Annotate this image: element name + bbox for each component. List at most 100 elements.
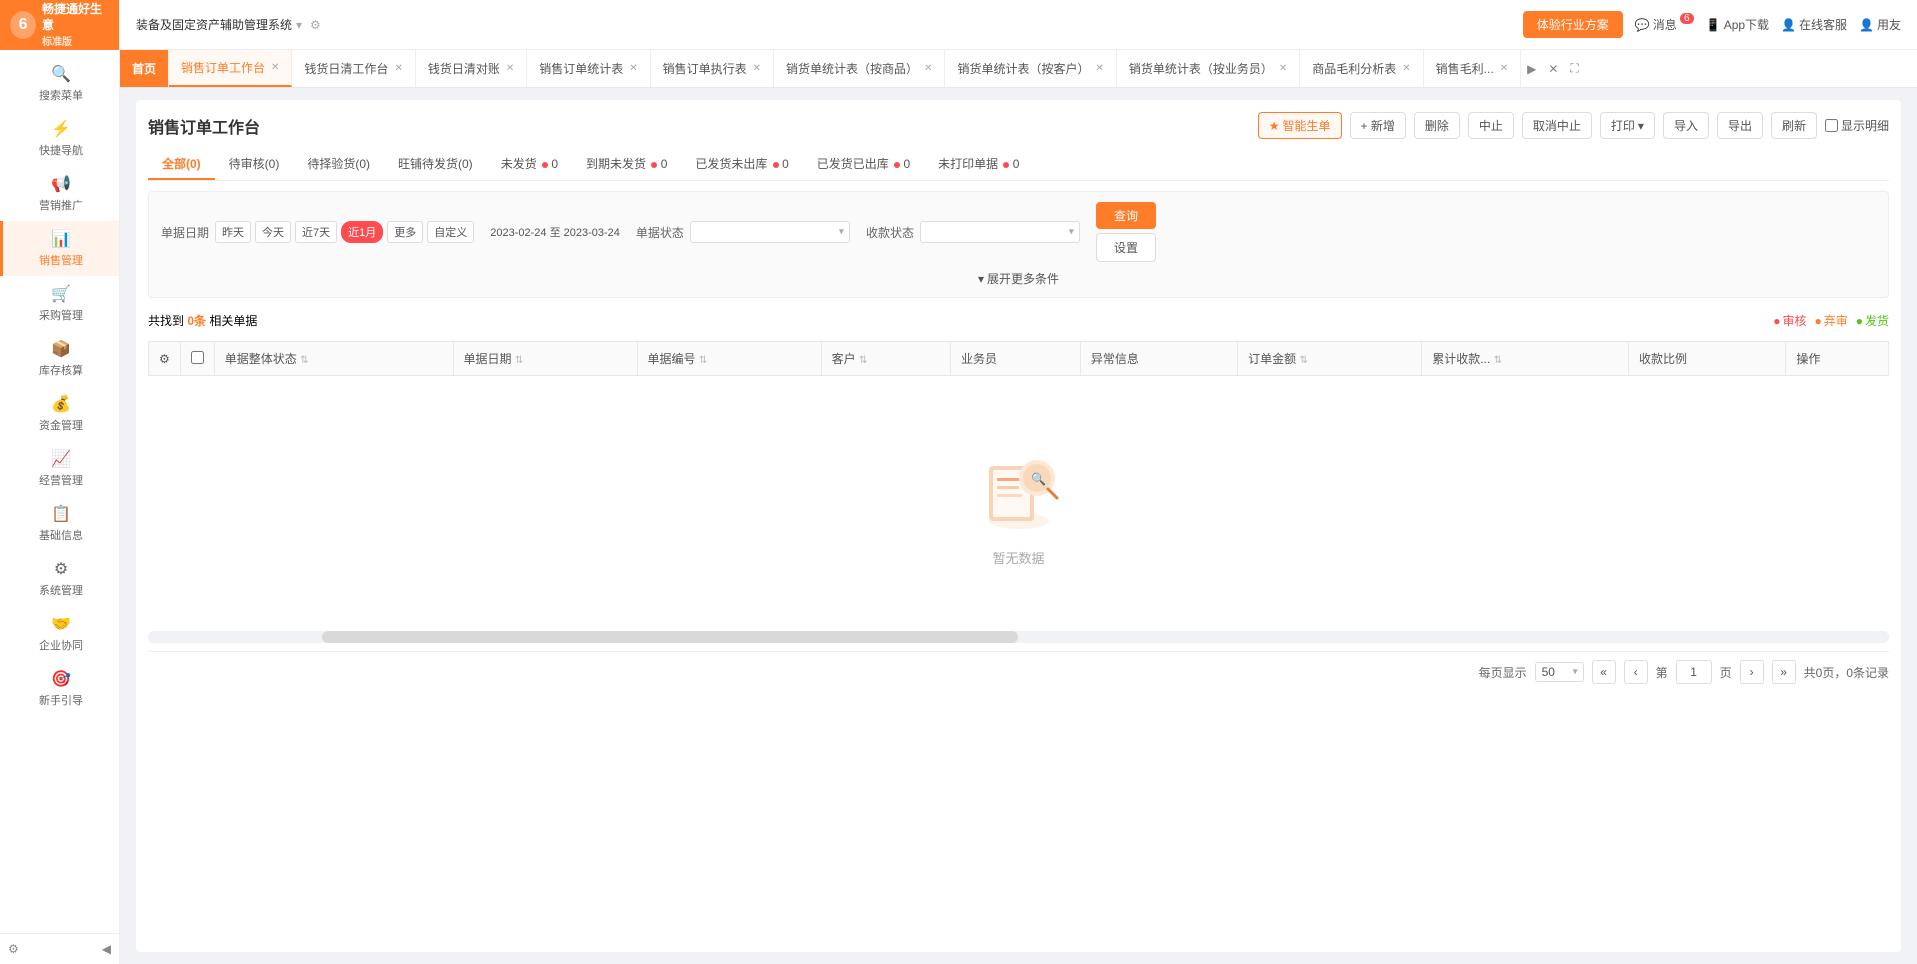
messages-link[interactable]: 💬 消息 6	[1635, 16, 1694, 33]
stop-button[interactable]: 中止	[1468, 112, 1514, 139]
tab-sales-stats[interactable]: 销售订单统计表 ✕	[527, 50, 650, 87]
tab-close-icon[interactable]: ✕	[1095, 63, 1103, 74]
add-button[interactable]: + 新增	[1350, 112, 1406, 139]
delete-button[interactable]: 删除	[1414, 112, 1460, 139]
last-page-btn[interactable]: »	[1772, 660, 1796, 684]
sidebar-item-purchase[interactable]: 🛒 采购管理	[0, 276, 119, 331]
sidebar-item-system[interactable]: ⚙ 系统管理	[0, 551, 119, 606]
sidebar-item-operations[interactable]: 📈 经营管理	[0, 441, 119, 496]
sidebar-item-basic-info[interactable]: 📋 基础信息	[0, 496, 119, 551]
filter-tab-not-shipped[interactable]: 未发货 0	[487, 149, 572, 180]
sidebar-item-quicknav[interactable]: ⚡ 快捷导航	[0, 111, 119, 166]
tab-gross-analysis[interactable]: 商品毛利分析表 ✕	[1300, 50, 1423, 87]
tab-close-icon[interactable]: ✕	[506, 63, 514, 74]
smart-create-button[interactable]: ★ 智能生单	[1258, 112, 1342, 139]
filter-tab-all[interactable]: 全部(0)	[148, 149, 215, 180]
filter-tab-overdue-ship[interactable]: 到期未发货 0	[572, 149, 681, 180]
tab-close-icon[interactable]: ✕	[1279, 63, 1287, 74]
sidebar-item-inventory[interactable]: 📦 库存核算	[0, 331, 119, 386]
app-download-link[interactable]: 📱 App下载	[1706, 16, 1769, 33]
export-button[interactable]: 导出	[1717, 112, 1763, 139]
payment-label: 收款状态	[866, 224, 914, 241]
unreview-action-btn[interactable]: ● 弃审	[1814, 312, 1847, 329]
prev-page-btn[interactable]: ‹	[1624, 660, 1648, 684]
date-btn-more[interactable]: 更多	[387, 221, 423, 243]
service-icon: 👤	[1781, 18, 1796, 32]
filter-tab-pending-inspect[interactable]: 待择验货(0)	[293, 149, 384, 180]
status-select[interactable]	[690, 221, 850, 243]
tab-fullscreen-btn[interactable]: ⛶	[1564, 50, 1584, 87]
settings-gear-icon[interactable]: ⚙	[310, 18, 321, 32]
date-btn-yesterday[interactable]: 昨天	[215, 221, 251, 243]
tab-close-icon[interactable]: ✕	[394, 63, 402, 74]
horizontal-scrollbar[interactable]	[148, 631, 1889, 643]
settings-icon[interactable]: ⚙	[8, 942, 19, 956]
show-detail-checkbox[interactable]	[1825, 119, 1838, 132]
sort-icon[interactable]: ⇅	[1300, 355, 1308, 366]
tab-sales-gross[interactable]: 销售毛利... ✕	[1424, 50, 1521, 87]
page-size-select[interactable]: 50 100 200	[1535, 662, 1584, 682]
star-icon: ★	[1269, 119, 1280, 133]
tab-sales-exec[interactable]: 销售订单执行表 ✕	[651, 50, 774, 87]
filter-tab-shipped-out[interactable]: 已发货已出库 0	[803, 149, 924, 180]
chevron-down-icon[interactable]: ▾	[296, 18, 302, 32]
sort-icon[interactable]: ⇅	[859, 355, 867, 366]
sidebar-item-label: 销售管理	[39, 252, 83, 268]
sidebar-item-sales[interactable]: 📊 销售管理	[0, 221, 119, 276]
sidebar-item-enterprise[interactable]: 🤝 企业协同	[0, 606, 119, 661]
print-button[interactable]: 打印 ▾	[1600, 112, 1655, 139]
user-profile-link[interactable]: 👤 用友	[1859, 16, 1901, 33]
tab-close-icon[interactable]: ✕	[1500, 63, 1508, 74]
sidebar-item-guide[interactable]: 🎯 新手引导	[0, 661, 119, 716]
col-amount-label: 订单金额	[1248, 352, 1296, 366]
sort-icon[interactable]: ⇅	[300, 355, 308, 366]
date-btn-7days[interactable]: 近7天	[295, 221, 337, 243]
tab-close-icon[interactable]: ✕	[924, 63, 932, 74]
filter-tab-pending-review[interactable]: 待审核(0)	[215, 149, 294, 180]
next-page-btn[interactable]: ›	[1740, 660, 1764, 684]
filter-tab-shipped-not-out[interactable]: 已发货未出库 0	[681, 149, 802, 180]
query-buttons: 查询 设置	[1096, 202, 1156, 262]
col-settings[interactable]: ⚙	[149, 342, 181, 376]
first-page-btn[interactable]: «	[1592, 660, 1616, 684]
sort-icon[interactable]: ⇅	[1494, 355, 1502, 366]
import-button[interactable]: 导入	[1663, 112, 1709, 139]
tab-sales-salesman[interactable]: 销货单统计表（按业务员） ✕	[1117, 50, 1300, 87]
expand-conditions-button[interactable]: ▾ 展开更多条件	[978, 270, 1059, 287]
sidebar-item-marketing[interactable]: 📢 营销推广	[0, 166, 119, 221]
query-button[interactable]: 查询	[1096, 202, 1156, 229]
sidebar-item-search[interactable]: 🔍 搜索菜单	[0, 56, 119, 111]
review-action-btn[interactable]: ● 审核	[1773, 312, 1806, 329]
sort-icon[interactable]: ⇅	[699, 355, 707, 366]
tab-close-icon[interactable]: ✕	[271, 62, 279, 73]
cancel-stop-button[interactable]: 取消中止	[1522, 112, 1592, 139]
date-btn-custom[interactable]: 自定义	[427, 221, 474, 243]
sort-icon[interactable]: ⇅	[515, 355, 523, 366]
tab-home[interactable]: 首页	[120, 50, 169, 87]
refresh-button[interactable]: 刷新	[1771, 112, 1817, 139]
tab-sales-customer[interactable]: 销货单统计表（按客户） ✕	[945, 50, 1116, 87]
payment-select[interactable]	[920, 221, 1080, 243]
setting-button[interactable]: 设置	[1096, 233, 1156, 262]
date-btn-1month[interactable]: 近1月	[341, 221, 383, 243]
sidebar-item-finance[interactable]: 💰 资金管理	[0, 386, 119, 441]
collapse-icon[interactable]: ◀	[102, 942, 111, 956]
date-btn-today[interactable]: 今天	[255, 221, 291, 243]
page-number-input[interactable]	[1676, 660, 1712, 684]
filter-tab-not-printed[interactable]: 未打印单据 0	[924, 149, 1033, 180]
tab-close-icon[interactable]: ✕	[1402, 63, 1410, 74]
online-service-link[interactable]: 👤 在线客服	[1781, 16, 1847, 33]
tab-daily-reconcile[interactable]: 钱货日清对账 ✕	[416, 50, 527, 87]
tab-close-icon[interactable]: ✕	[629, 63, 637, 74]
select-all-checkbox[interactable]	[191, 351, 204, 364]
tab-daily-clear[interactable]: 钱货日清工作台 ✕	[292, 50, 415, 87]
filter-tab-wangpu-ship[interactable]: 旺铺待发货(0)	[384, 149, 487, 180]
tab-close-icon[interactable]: ✕	[753, 63, 761, 74]
tab-forward-btn[interactable]: ▶	[1521, 50, 1542, 87]
tab-sales-order-workbench[interactable]: 销售订单工作台 ✕	[169, 50, 292, 87]
col-check[interactable]	[180, 342, 214, 376]
tab-sales-goods[interactable]: 销货单统计表（按商品） ✕	[774, 50, 945, 87]
industry-solution-button[interactable]: 体验行业方案	[1523, 11, 1623, 38]
tab-close-all-btn[interactable]: ✕	[1542, 50, 1564, 87]
ship-action-btn[interactable]: ● 发货	[1856, 312, 1889, 329]
